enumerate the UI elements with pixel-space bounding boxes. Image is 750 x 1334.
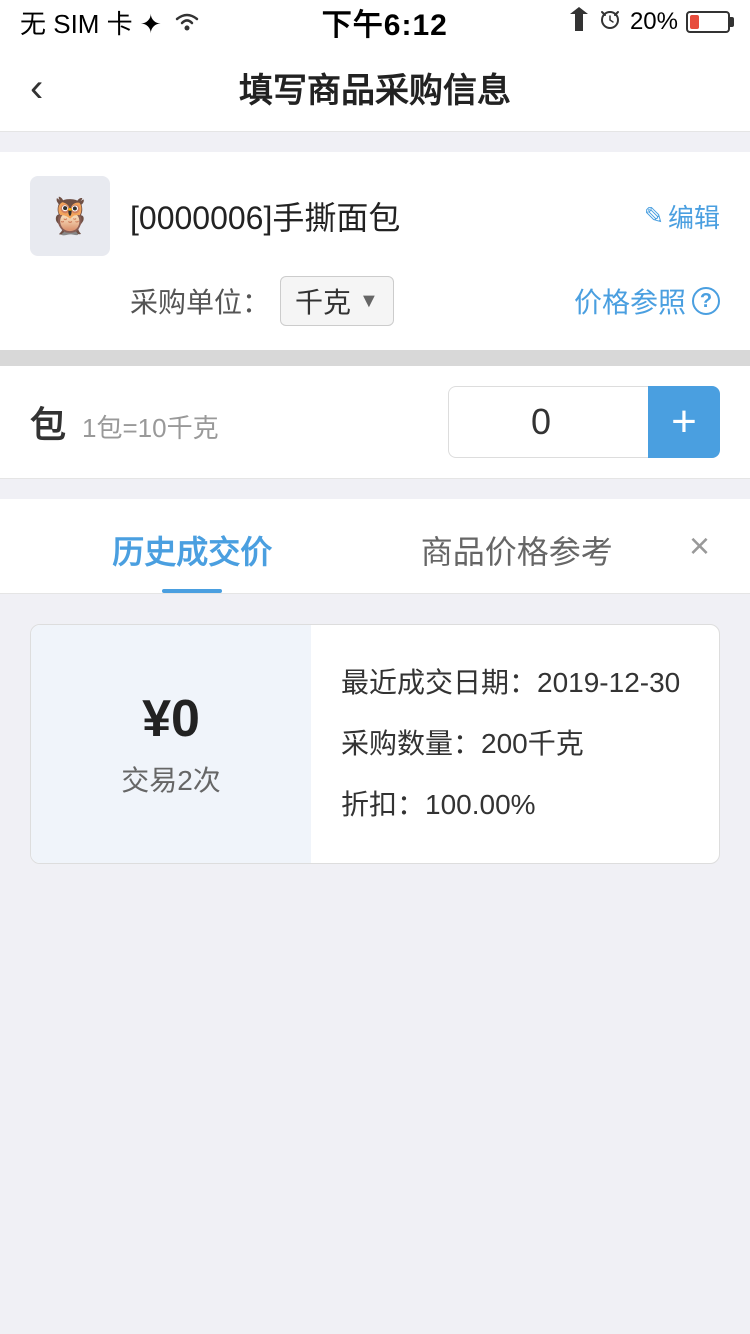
status-left: 无 SIM 卡 ✦	[20, 4, 202, 41]
quantity-plus-button[interactable]: +	[648, 386, 720, 458]
product-logo-icon: 🦉	[48, 195, 93, 237]
main-content: 历史成交价 商品价格参考 × ¥0 交易2次 最近成交日期：2019-12-30…	[0, 499, 750, 1199]
recent-date-label: 最近成交日期：	[341, 667, 537, 698]
discount-label: 折扣：	[341, 789, 425, 820]
quantity-unit-info: 包 1包=10千克	[30, 396, 219, 448]
product-thumbnail: 🦉	[30, 176, 110, 256]
discount-row: 折扣：100.00%	[341, 783, 689, 828]
wifi-icon	[172, 7, 202, 38]
product-card: 🦉 [0000006]手撕面包 ✎ 编辑 采购单位： 千克 ▼ 价格参照 ?	[0, 152, 750, 350]
help-icon: ?	[692, 287, 720, 315]
quantity-unit-label: 包	[30, 396, 66, 448]
status-time: 下午6:12	[322, 0, 448, 44]
unit-value: 千克	[295, 281, 351, 321]
trade-count: 交易2次	[121, 759, 221, 799]
location-icon	[568, 6, 590, 39]
page-title: 填写商品采购信息	[239, 63, 511, 112]
quantity-row: 包 1包=10千克 +	[0, 366, 750, 479]
edit-icon: ✎	[644, 202, 664, 231]
quantity-input[interactable]	[448, 386, 648, 458]
tab-history-label: 历史成交价	[112, 534, 272, 570]
purchase-qty-label: 采购数量：	[341, 728, 481, 759]
battery-indicator	[686, 11, 730, 33]
sim-status: 无 SIM 卡 ✦	[20, 4, 162, 41]
alarm-icon	[598, 7, 622, 38]
unit-row: 采购单位： 千克 ▼ 价格参照 ?	[30, 276, 720, 326]
product-top-row: 🦉 [0000006]手撕面包 ✎ 编辑	[30, 176, 720, 256]
price-ref-label: 价格参照	[574, 281, 686, 321]
back-button[interactable]: ‹	[30, 68, 43, 108]
status-bar: 无 SIM 卡 ✦ 下午6:12 20%	[0, 0, 750, 44]
product-name: [0000006]手撕面包	[130, 193, 400, 239]
discount-value: 100.00%	[425, 789, 536, 820]
recent-date-row: 最近成交日期：2019-12-30	[341, 661, 689, 706]
quantity-input-area: +	[448, 386, 720, 458]
recent-date-value: 2019-12-30	[537, 667, 680, 698]
tabs-bar: 历史成交价 商品价格参考 ×	[0, 499, 750, 594]
purchase-qty-value: 200千克	[481, 728, 584, 759]
edit-button[interactable]: ✎ 编辑	[644, 198, 720, 235]
history-record-card: ¥0 交易2次 最近成交日期：2019-12-30 采购数量：200千克 折扣：…	[30, 624, 720, 864]
unit-selector[interactable]: 千克 ▼	[280, 276, 394, 326]
price-symbol: ¥	[142, 690, 171, 748]
history-card-left: ¥0 交易2次	[31, 625, 311, 863]
section-divider	[0, 350, 750, 366]
tab-history-price[interactable]: 历史成交价	[30, 499, 354, 593]
page-header: ‹ 填写商品采购信息	[0, 44, 750, 132]
price-reference-button[interactable]: 价格参照 ?	[574, 281, 720, 321]
quantity-conversion: 1包=10千克	[82, 408, 219, 445]
tab-product-price-ref[interactable]: 商品价格参考	[354, 499, 678, 593]
tab-close-button[interactable]: ×	[679, 518, 720, 574]
dropdown-arrow-icon: ▼	[359, 290, 379, 313]
product-name-row: [0000006]手撕面包 ✎ 编辑	[130, 193, 720, 239]
status-right: 20%	[568, 6, 730, 39]
price-value: 0	[171, 690, 200, 748]
battery-percent: 20%	[630, 8, 678, 36]
tab-product-label: 商品价格参考	[421, 534, 613, 570]
edit-label: 编辑	[668, 198, 720, 235]
history-price: ¥0	[142, 689, 200, 749]
history-card-right: 最近成交日期：2019-12-30 采购数量：200千克 折扣：100.00%	[311, 625, 719, 863]
unit-label: 采购单位：	[130, 281, 270, 321]
purchase-qty-row: 采购数量：200千克	[341, 722, 689, 767]
